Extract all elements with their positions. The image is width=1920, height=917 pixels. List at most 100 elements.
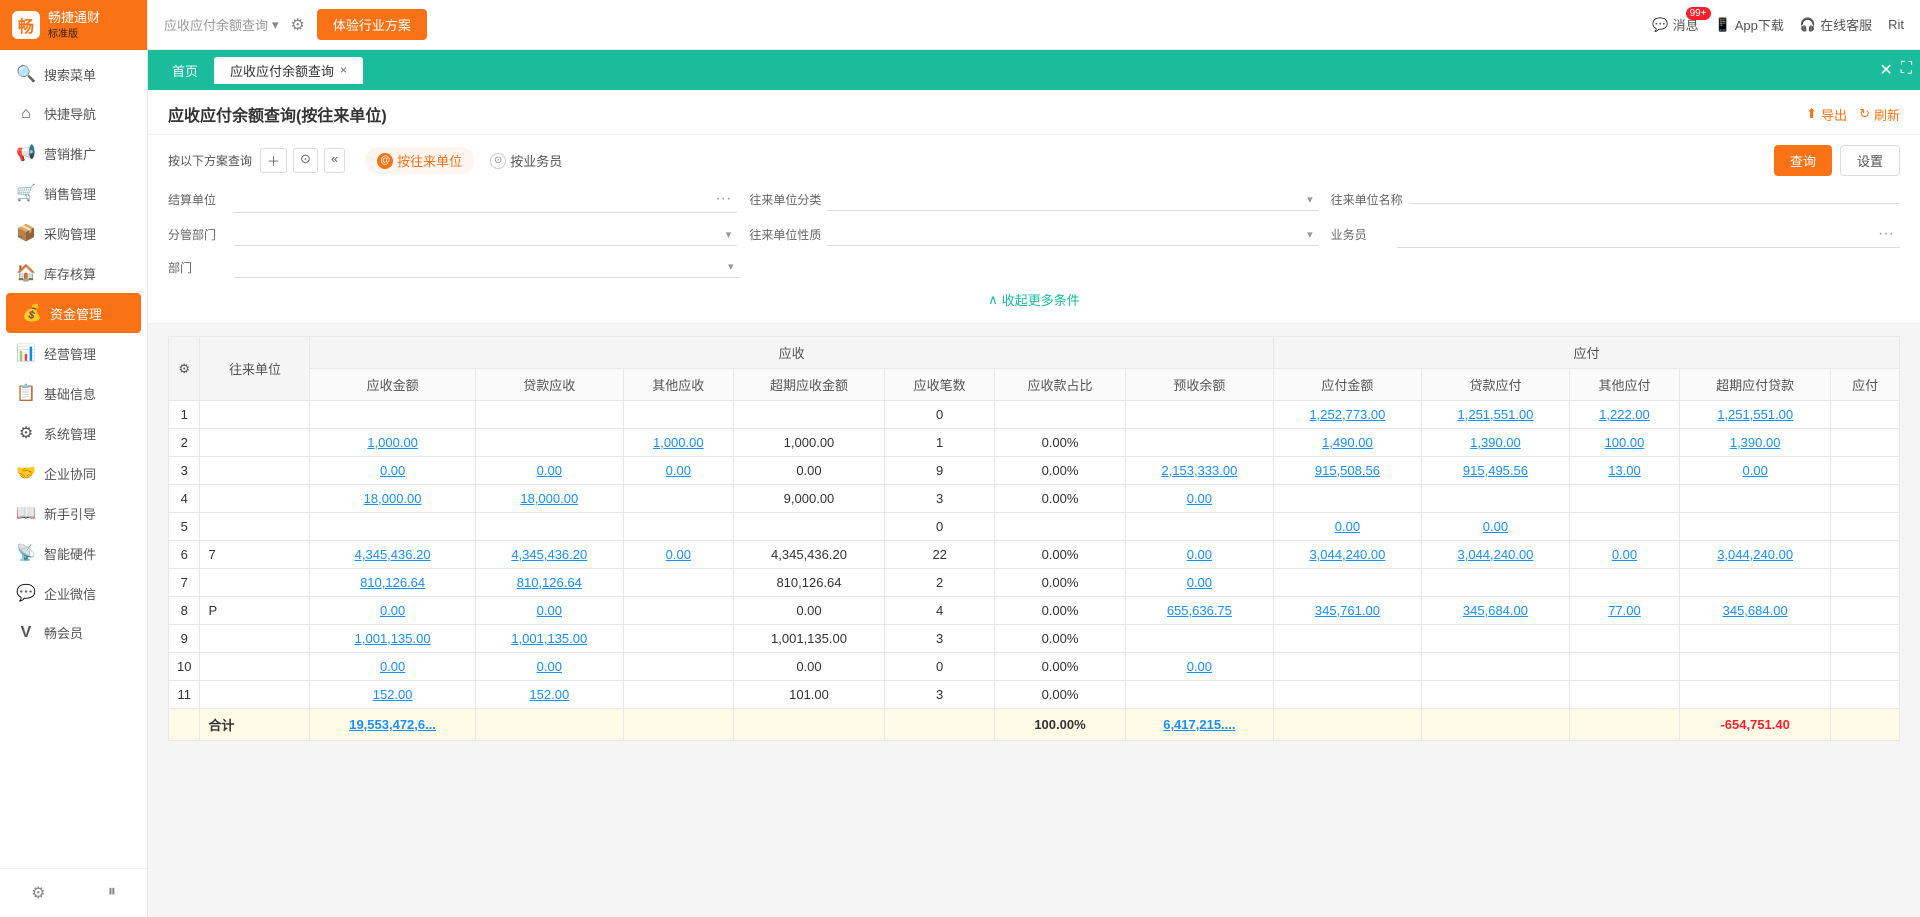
by-employee-icon: ⊙ — [490, 153, 506, 169]
settings-bottom-icon[interactable]: ⚙ — [25, 877, 51, 909]
unit-category-label: 往来单位分类 — [749, 191, 821, 208]
sidebar-item-funds[interactable]: 💰 资金管理 — [6, 293, 141, 333]
salesperson-input[interactable]: ··· — [1397, 221, 1900, 248]
table-row: 8P0.000.000.0040.00%655,636.75345,761.00… — [169, 597, 1900, 625]
sidebar-menu: 🔍 搜索菜单 ⌂ 快捷导航 📢 营销推广 🛒 销售管理 📦 采购管理 🏠 库存核… — [0, 50, 147, 868]
total-advance-balance[interactable]: 6,417,215.... — [1125, 709, 1273, 741]
tab-close-icon[interactable]: × — [340, 63, 347, 77]
filter-nav-by-employee[interactable]: ⊙ 按业务员 — [478, 147, 574, 174]
refresh-button[interactable]: ↻ 刷新 — [1859, 105, 1900, 124]
total-other-payable — [1569, 709, 1679, 741]
app-download-label: App下载 — [1735, 15, 1784, 34]
app-download-button[interactable]: 📱 App下载 — [1715, 15, 1784, 34]
maximize-icon[interactable]: ⛶ — [1901, 60, 1912, 80]
user-menu[interactable]: Rit — [1888, 17, 1904, 32]
dept-select[interactable]: ▾ — [234, 256, 740, 278]
sidebar-item-label: 经营管理 — [44, 344, 96, 363]
online-service-button[interactable]: 🎧 在线客服 — [1800, 15, 1872, 34]
salesperson-label: 业务员 — [1331, 226, 1391, 243]
app-icon: 📱 — [1715, 17, 1731, 33]
sidebar-item-basic-info[interactable]: 📋 基础信息 — [0, 373, 147, 413]
total-row: 合计 19,553,472,6... 100.00% 6,417,215....… — [169, 709, 1900, 741]
sidebar-item-guide[interactable]: 📖 新手引导 — [0, 493, 147, 533]
manage-dept-select[interactable]: ▾ — [234, 224, 737, 246]
page-title: 应收应付余额查询(按往来单位) — [168, 102, 387, 126]
filter-field-manage-dept: 分管部门 ▾ — [168, 224, 737, 246]
add-filter-button[interactable]: ＋ — [260, 148, 287, 173]
sidebar-item-purchase[interactable]: 📦 采购管理 — [0, 213, 147, 253]
messages-button[interactable]: 💬 消息 99+ — [1652, 15, 1698, 34]
settlement-unit-dots-icon[interactable]: ··· — [715, 190, 731, 208]
quick-nav-icon: ⌂ — [16, 105, 36, 123]
messages-badge: 99+ — [1686, 7, 1711, 20]
table-row: 500.000.00 — [169, 513, 1900, 541]
sidebar-item-label: 畅会员 — [44, 623, 83, 642]
topnav-gear-icon[interactable]: ⚙ — [291, 15, 305, 35]
system-icon: ⚙ — [16, 423, 36, 443]
tab-active-label: 应收应付余额查询 — [230, 61, 334, 80]
sidebar-logo: 畅 畅捷通财 标准版 — [0, 0, 147, 50]
unit-nature-select[interactable]: ▾ — [827, 224, 1318, 246]
tab-home[interactable]: 首页 — [156, 57, 214, 84]
filter-collapse-icon[interactable]: « — [324, 148, 345, 173]
advance-balance-header: 预收余额 — [1125, 369, 1273, 401]
by-employee-label: 按业务员 — [510, 151, 562, 170]
export-label: 导出 — [1821, 105, 1847, 124]
sidebar-item-enterprise-collab[interactable]: 🤝 企业协同 — [0, 453, 147, 493]
table-row: 30.000.000.000.0090.00%2,153,333.00915,5… — [169, 457, 1900, 485]
sidebar-item-label: 资金管理 — [50, 304, 102, 323]
payable-amt-header: 应付金额 — [1273, 369, 1421, 401]
filter-top-row: 按以下方案查询 ＋ ⊙ « @ 按往来单位 ⊙ 按业务员 — [168, 145, 1900, 176]
sidebar-item-operations[interactable]: 📊 经营管理 — [0, 333, 147, 373]
filter-settings-icon[interactable]: ⊙ — [293, 148, 318, 173]
sales-icon: 🛒 — [16, 183, 36, 203]
sidebar-item-marketing[interactable]: 📢 营销推广 — [0, 133, 147, 173]
total-receivable-count — [885, 709, 995, 741]
loan-payable-header: 贷款应付 — [1421, 369, 1569, 401]
online-service-label: 在线客服 — [1820, 15, 1872, 34]
table-row: 100.000.000.0000.00%0.00 — [169, 653, 1900, 681]
total-receivable-amt[interactable]: 19,553,472,6... — [310, 709, 475, 741]
guide-icon: 📖 — [16, 503, 36, 523]
unit-col-header: 往来单位 — [200, 337, 310, 401]
table-settings-header[interactable]: ⚙ — [169, 337, 200, 401]
table-gear-icon: ⚙ — [178, 361, 190, 376]
cta-button[interactable]: 体验行业方案 — [317, 9, 427, 40]
close-window-icon[interactable]: ✕ — [1879, 60, 1892, 80]
salesperson-dots-icon[interactable]: ··· — [1878, 225, 1894, 243]
settings-button[interactable]: 设置 — [1840, 145, 1900, 176]
search-menu-icon: 🔍 — [16, 64, 36, 84]
export-button[interactable]: ⬆ 导出 — [1806, 105, 1847, 124]
total-overdue-receivable — [733, 709, 884, 741]
receivable-group-header: 应收 — [310, 337, 1273, 369]
marketing-icon: 📢 — [16, 143, 36, 163]
collapse-filter-button[interactable]: ∧ 收起更多条件 — [168, 286, 1900, 313]
wechat-icon: 💬 — [16, 583, 36, 603]
filter-area: 按以下方案查询 ＋ ⊙ « @ 按往来单位 ⊙ 按业务员 — [148, 135, 1920, 324]
sidebar-item-enterprise-wechat[interactable]: 💬 企业微信 — [0, 573, 147, 613]
unit-name-input[interactable] — [1409, 195, 1900, 204]
sidebar-item-member[interactable]: V 畅会员 — [0, 613, 147, 652]
sidebar-item-smart-hardware[interactable]: 📡 智能硬件 — [0, 533, 147, 573]
unit-category-select[interactable]: ▾ — [827, 189, 1318, 211]
tab-receivable-query[interactable]: 应收应付余额查询 × — [214, 57, 363, 84]
refresh-icon: ↻ — [1859, 106, 1870, 122]
sidebar-item-system[interactable]: ⚙ 系统管理 — [0, 413, 147, 453]
filter-field-dept: 部门 ▾ — [168, 256, 740, 278]
manage-dept-label: 分管部门 — [168, 226, 228, 243]
sidebar-item-inventory[interactable]: 🏠 库存核算 — [0, 253, 147, 293]
by-unit-label: 按往来单位 — [397, 151, 462, 170]
settlement-unit-input[interactable]: ··· — [234, 186, 737, 213]
sidebar-item-label: 库存核算 — [44, 264, 96, 283]
sidebar-item-quicknav[interactable]: ⌂ 快捷导航 — [0, 94, 147, 133]
table-area: ⚙ 往来单位 应收 应付 应收金额 贷款应收 其他应收 超期应收金额 应收笔数 … — [148, 324, 1920, 917]
query-button[interactable]: 查询 — [1774, 145, 1832, 176]
filter-nav-by-unit[interactable]: @ 按往来单位 — [365, 147, 474, 174]
filter-row-2: 分管部门 ▾ 往来单位性质 ▾ 业务员 — [168, 221, 1900, 248]
collapse-sidebar-icon[interactable]: ⏸ — [102, 877, 122, 909]
loan-receivable-header: 贷款应收 — [475, 369, 623, 401]
filter-field-settlement-unit: 结算单位 ··· — [168, 186, 737, 213]
sidebar-item-search[interactable]: 🔍 搜索菜单 — [0, 54, 147, 94]
sidebar-item-sales[interactable]: 🛒 销售管理 — [0, 173, 147, 213]
breadcrumb-dropdown-icon[interactable]: ▾ — [272, 17, 279, 33]
